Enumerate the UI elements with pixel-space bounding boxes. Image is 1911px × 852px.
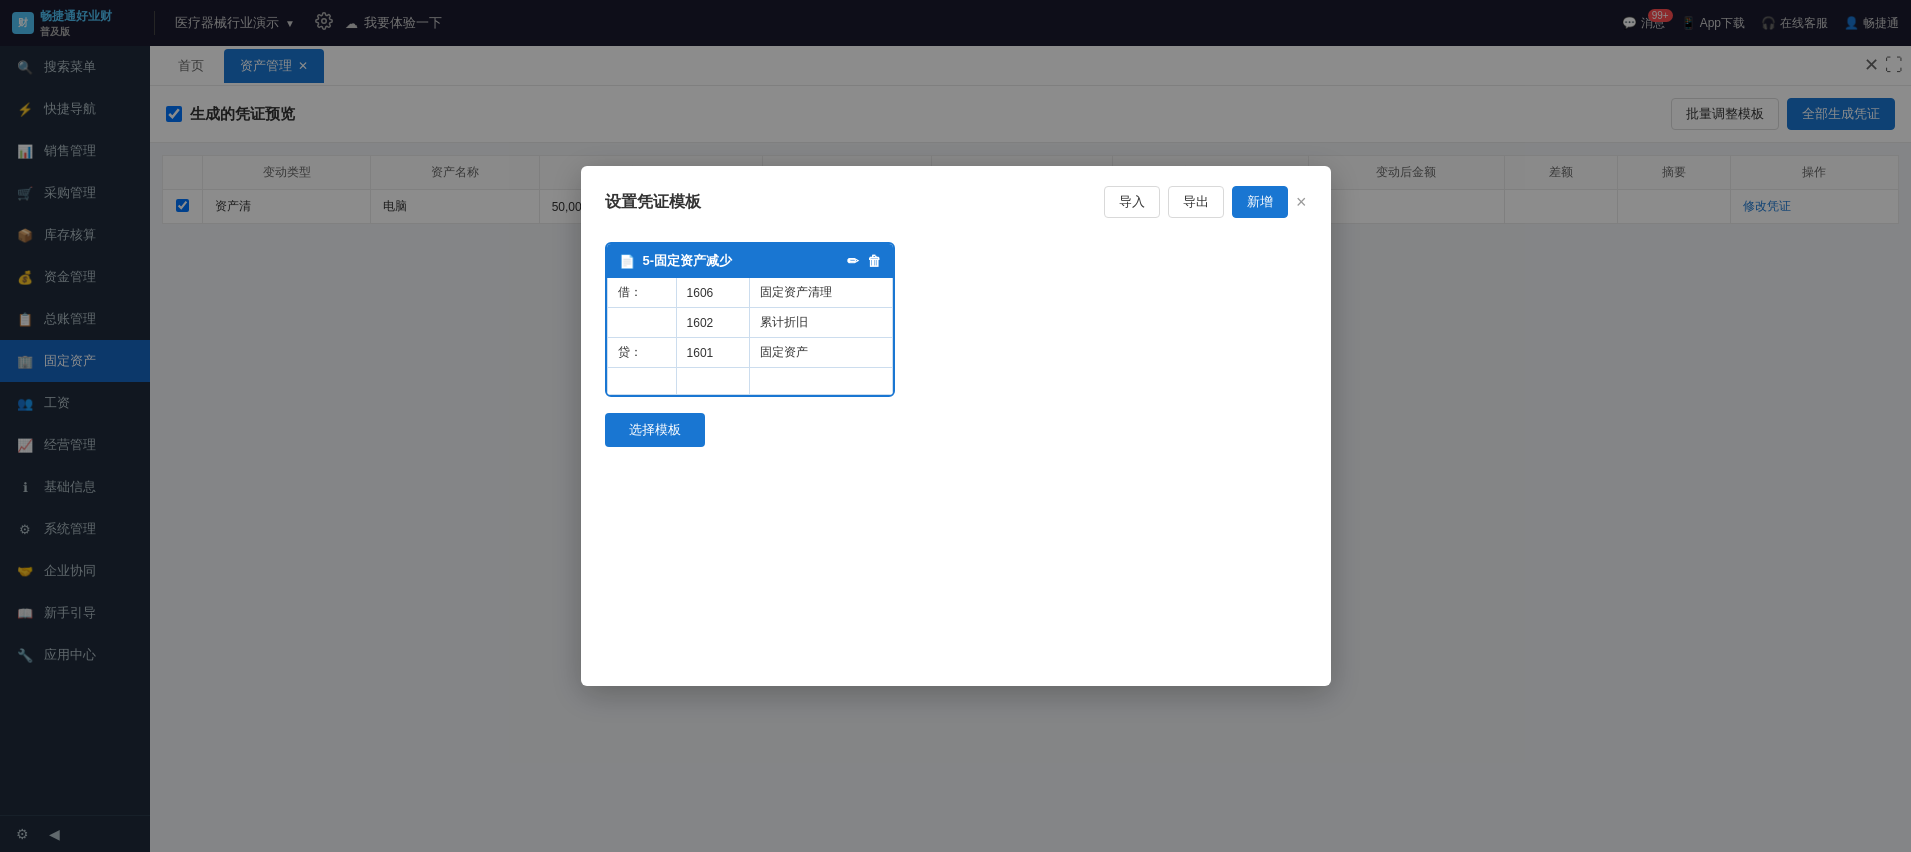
template-card-header: 📄 5-固定资产减少 ✏ 🗑: [607, 244, 893, 278]
template-name: 5-固定资产减少: [643, 252, 733, 270]
credit-code-1: 1601: [676, 338, 749, 368]
credit-name-1: 固定资产: [749, 338, 892, 368]
template-debit-row-1: 借： 1606 固定资产清理: [607, 278, 892, 308]
template-doc-icon: 📄: [619, 254, 635, 269]
debit-name-1: 固定资产清理: [749, 278, 892, 308]
template-delete-icon[interactable]: 🗑: [867, 253, 881, 269]
template-debit-row-2: 1602 累计折旧: [607, 308, 892, 338]
debit-type-2: [607, 308, 676, 338]
modal-body: 📄 5-固定资产减少 ✏ 🗑 借： 1606 固定资产清理: [581, 230, 1331, 686]
modal-header-right: 导入 导出 新增 ×: [1104, 186, 1307, 218]
debit-name-2: 累计折旧: [749, 308, 892, 338]
template-card: 📄 5-固定资产减少 ✏ 🗑 借： 1606 固定资产清理: [605, 242, 895, 397]
select-template-button[interactable]: 选择模板: [605, 413, 705, 447]
export-button[interactable]: 导出: [1168, 186, 1224, 218]
import-button[interactable]: 导入: [1104, 186, 1160, 218]
modal-title: 设置凭证模板: [605, 192, 701, 213]
template-edit-icon[interactable]: ✏: [847, 253, 859, 269]
modal-close-button[interactable]: ×: [1296, 192, 1307, 213]
new-template-button[interactable]: 新增: [1232, 186, 1288, 218]
select-btn-wrap: 选择模板: [605, 413, 1307, 447]
modal-overlay[interactable]: 设置凭证模板 导入 导出 新增 × 📄 5-固定资产减少 ✏ 🗑: [0, 0, 1911, 852]
debit-code-2: 1602: [676, 308, 749, 338]
voucher-template-modal: 设置凭证模板 导入 导出 新增 × 📄 5-固定资产减少 ✏ 🗑: [581, 166, 1331, 686]
template-entries-table: 借： 1606 固定资产清理 1602 累计折旧 贷： 1601 固定资产: [607, 278, 893, 395]
debit-type-1: 借：: [607, 278, 676, 308]
template-empty-row: [607, 368, 892, 395]
modal-header: 设置凭证模板 导入 导出 新增 ×: [581, 166, 1331, 230]
credit-type-1: 贷：: [607, 338, 676, 368]
template-credit-row-1: 贷： 1601 固定资产: [607, 338, 892, 368]
debit-code-1: 1606: [676, 278, 749, 308]
